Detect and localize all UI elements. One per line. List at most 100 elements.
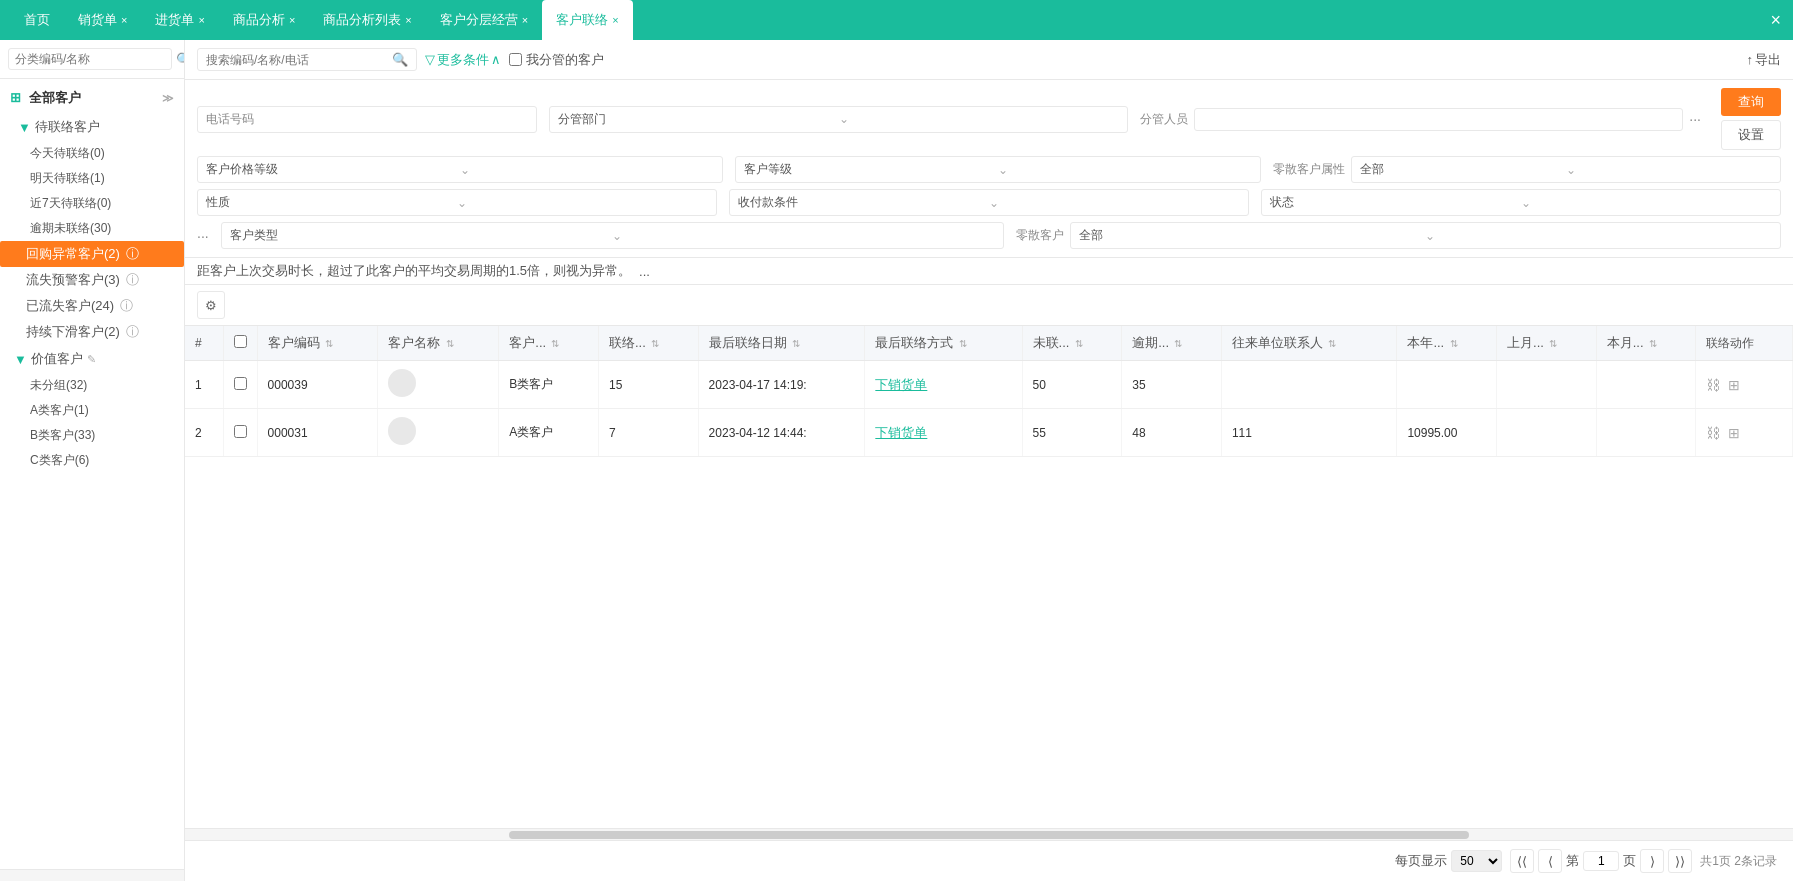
th-name[interactable]: 客户名称 ⇅: [378, 326, 499, 361]
nav-home[interactable]: 首页: [10, 0, 64, 40]
apps-icon[interactable]: ⊞: [1728, 425, 1740, 441]
cell-contacts: [1221, 361, 1396, 409]
sidebar-all-customers[interactable]: ⊞ 全部客户 ≫: [0, 83, 184, 113]
sort-icon: ⇅: [651, 338, 659, 349]
sort-icon: ⇅: [325, 338, 333, 349]
th-unreached[interactable]: 未联... ⇅: [1022, 326, 1122, 361]
table-wrap: # 客户编码 ⇅ 客户名称 ⇅ 客户...: [185, 326, 1793, 828]
per-page-select[interactable]: 10 20 50 100: [1451, 850, 1502, 872]
first-page-btn[interactable]: ⟨⟨: [1510, 849, 1534, 873]
sidebar-item-repurchase-abnormal[interactable]: 回购异常客户(2) ⓘ: [0, 241, 184, 267]
nav-purchase-close[interactable]: ×: [198, 14, 204, 26]
sidebar-item-churned[interactable]: 已流失客户(24) ⓘ: [0, 293, 184, 319]
cell-name: [378, 409, 499, 457]
th-last-month[interactable]: 上月... ⇅: [1497, 326, 1597, 361]
query-btn[interactable]: 查询: [1721, 88, 1781, 116]
th-this-month[interactable]: 本月... ⇅: [1596, 326, 1696, 361]
nav-purchase[interactable]: 进货单 ×: [141, 0, 218, 40]
tooltip-text: 距客户上次交易时长，超过了此客户的平均交易周期的1.5倍，则视为异常。: [197, 262, 631, 280]
my-customers-toggle[interactable]: 我分管的客户: [509, 51, 604, 69]
th-contacts[interactable]: 往来单位联系人 ⇅: [1221, 326, 1396, 361]
method-link[interactable]: 下销货单: [875, 425, 927, 440]
window-close-btn[interactable]: ×: [1770, 10, 1781, 31]
sidebar-item-churn-warning[interactable]: 流失预警客户(3) ⓘ: [0, 267, 184, 293]
filter-status[interactable]: 状态 ⌄: [1261, 189, 1781, 216]
th-code[interactable]: 客户编码 ⇅: [257, 326, 378, 361]
nav-analysis-list-close[interactable]: ×: [405, 14, 411, 26]
customer-table: # 客户编码 ⇅ 客户名称 ⇅ 客户...: [185, 326, 1793, 457]
horizontal-scrollbar[interactable]: [185, 828, 1793, 840]
method-link[interactable]: 下销货单: [875, 377, 927, 392]
filter-payment-terms[interactable]: 收付款条件 ⌄: [729, 189, 1249, 216]
filter-manager-input[interactable]: [1194, 108, 1683, 131]
filter-customer-grade[interactable]: 客户等级 ⌄: [735, 156, 1261, 183]
row-checkbox[interactable]: [234, 377, 247, 390]
nav-analysis-list[interactable]: 商品分析列表 ×: [309, 0, 425, 40]
sidebar-value-title[interactable]: ▼ 价值客户 ✎: [4, 345, 184, 373]
filter-price-grade[interactable]: 客户价格等级 ⌄: [197, 156, 723, 183]
manager-dots-btn[interactable]: ···: [1689, 111, 1701, 127]
th-last-contact-date[interactable]: 最后联络日期 ⇅: [698, 326, 865, 361]
apps-icon[interactable]: ⊞: [1728, 377, 1740, 393]
per-page-control: 每页显示 10 20 50 100: [1395, 850, 1502, 872]
filter-retail-attr-select[interactable]: 全部 ⌄: [1351, 156, 1781, 183]
sidebar-search-icon[interactable]: 🔍: [176, 52, 185, 67]
sidebar-item-7days[interactable]: 近7天待联络(0): [4, 191, 184, 216]
nav-sales[interactable]: 销货单 ×: [64, 0, 141, 40]
sidebar-item-a-class[interactable]: A类客户(1): [4, 398, 184, 423]
select-all-checkbox[interactable]: [234, 335, 247, 348]
tooltip-dots[interactable]: ...: [639, 264, 650, 279]
sidebar-section-pending-title[interactable]: ▼ 待联络客户: [4, 113, 184, 141]
edit-icon[interactable]: ✎: [87, 353, 96, 366]
link-icon[interactable]: ⛓: [1706, 425, 1720, 441]
row4-dots[interactable]: ···: [197, 228, 209, 244]
last-page-btn[interactable]: ⟩⟩: [1668, 849, 1692, 873]
prev-page-btn[interactable]: ⟨: [1538, 849, 1562, 873]
page-input[interactable]: [1583, 851, 1619, 871]
th-contact[interactable]: 联络... ⇅: [598, 326, 698, 361]
filter-customer-type[interactable]: 客户类型 ⌄: [221, 222, 1004, 249]
cell-last-contact-method: 下销货单: [865, 361, 1022, 409]
sidebar-search-input[interactable]: [8, 48, 172, 70]
next-page-btn[interactable]: ⟩: [1640, 849, 1664, 873]
sidebar-item-today[interactable]: 今天待联络(0): [4, 141, 184, 166]
my-customers-checkbox[interactable]: [509, 53, 522, 66]
row-checkbox[interactable]: [234, 425, 247, 438]
cell-unreached: 55: [1022, 409, 1122, 457]
nav-analysis[interactable]: 商品分析 ×: [219, 0, 309, 40]
nav-sales-close[interactable]: ×: [121, 14, 127, 26]
filter-retail-customer-select[interactable]: 全部 ⌄: [1070, 222, 1781, 249]
nav-customer-mgmt-close[interactable]: ×: [522, 14, 528, 26]
sidebar-item-ungrouped[interactable]: 未分组(32): [4, 373, 184, 398]
nav-analysis-close[interactable]: ×: [289, 14, 295, 26]
cell-name: [378, 361, 499, 409]
table-settings-btn[interactable]: ⚙: [197, 291, 225, 319]
filter-phone-input[interactable]: [260, 112, 528, 126]
cell-last-contact-date: 2023-04-17 14:19:: [698, 361, 865, 409]
nav-customer-contact[interactable]: 客户联络 ×: [542, 0, 632, 40]
sidebar-value-section: ▼ 价值客户 ✎ 未分组(32) A类客户(1) B类客户(33) C类客户(6…: [0, 345, 184, 473]
chevron-down-icon: ⌄: [998, 163, 1252, 177]
th-this-year[interactable]: 本年... ⇅: [1397, 326, 1497, 361]
sidebar-item-c-class[interactable]: C类客户(6): [4, 448, 184, 473]
export-btn[interactable]: ↑ 导出: [1747, 51, 1782, 69]
sidebar-item-overdue[interactable]: 逾期未联络(30): [4, 216, 184, 241]
link-icon[interactable]: ⛓: [1706, 377, 1720, 393]
sort-icon: ⇅: [1328, 338, 1336, 349]
more-conditions-btn[interactable]: ▽ 更多条件 ∧: [425, 51, 501, 69]
filter-dept[interactable]: 分管部门 ⌄: [549, 106, 1128, 133]
settings-btn[interactable]: 设置: [1721, 120, 1781, 150]
th-overdue[interactable]: 逾期... ⇅: [1122, 326, 1222, 361]
th-last-contact-method[interactable]: 最后联络方式 ⇅: [865, 326, 1022, 361]
sidebar-item-tomorrow[interactable]: 明天待联络(1): [4, 166, 184, 191]
sidebar-item-b-class[interactable]: B类客户(33): [4, 423, 184, 448]
nav-customer-mgmt[interactable]: 客户分层经营 ×: [426, 0, 542, 40]
search-input[interactable]: [206, 53, 392, 67]
sidebar-item-declining[interactable]: 持续下滑客户(2) ⓘ: [0, 319, 184, 345]
main-layout: 🔍 ⊞ 全部客户 ≫ ▼ 待联络客户 今天待联络(0) 明天待联络(1) 近7天…: [0, 40, 1793, 881]
chevron-down-icon: ⌄: [612, 229, 995, 243]
filter-nature[interactable]: 性质 ⌄: [197, 189, 717, 216]
nav-customer-contact-close[interactable]: ×: [612, 14, 618, 26]
th-grade[interactable]: 客户... ⇅: [499, 326, 599, 361]
scrollbar-thumb[interactable]: [509, 831, 1469, 839]
